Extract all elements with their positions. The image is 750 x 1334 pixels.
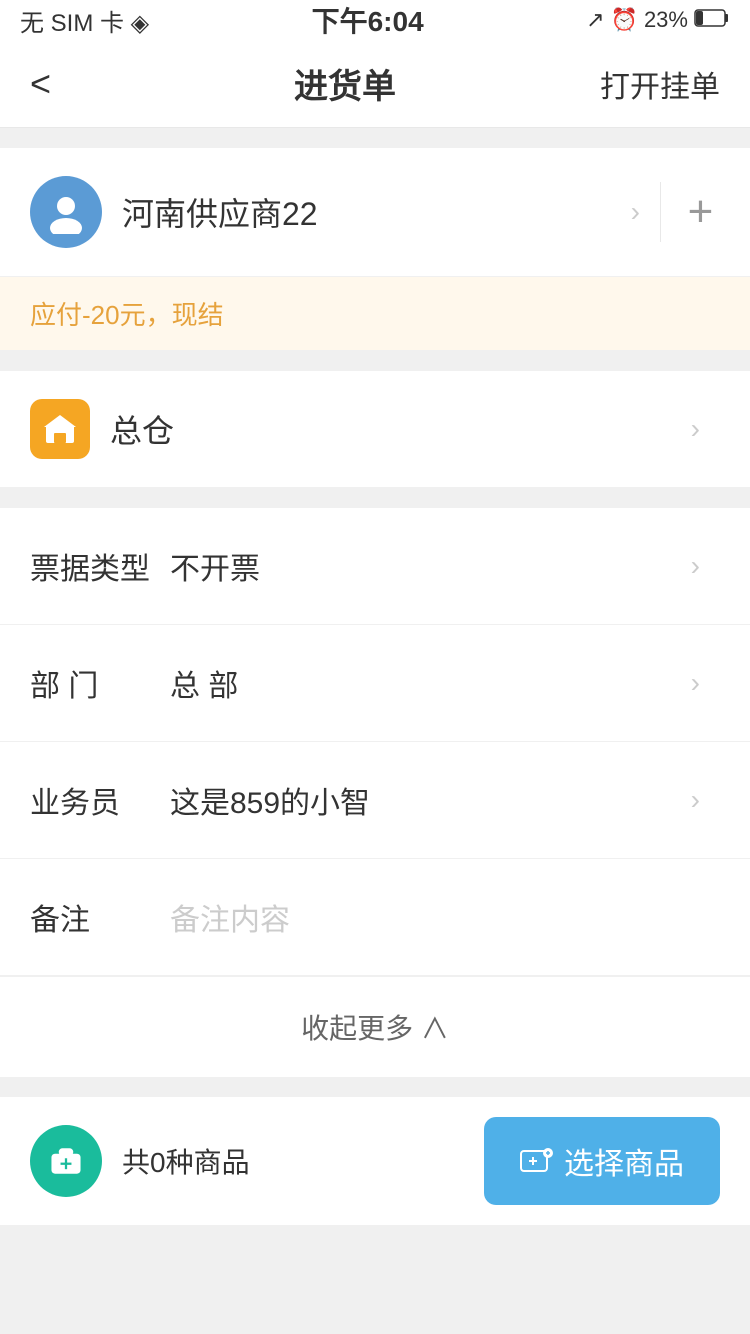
- remark-label: 备注: [30, 895, 170, 939]
- collapse-button[interactable]: 收起更多 ∧: [0, 976, 750, 1077]
- location-icon: ↗: [586, 7, 604, 33]
- salesperson-chevron-icon: ›: [691, 784, 700, 816]
- status-right: ↗ ⏰ 23%: [586, 7, 730, 33]
- product-count-label: 共0种商品: [122, 1141, 484, 1181]
- supplier-chevron-icon: ›: [631, 196, 640, 228]
- alarm-icon: ⏰: [611, 7, 638, 33]
- invoice-type-value: 不开票: [170, 544, 691, 588]
- sim-label: 无 SIM 卡 ◈: [20, 3, 149, 38]
- department-label: 部 门: [30, 661, 170, 705]
- warehouse-row[interactable]: 总仓 ›: [0, 371, 750, 488]
- battery-icon: [694, 7, 730, 33]
- remark-input[interactable]: 备注内容: [170, 895, 720, 939]
- open-pending-button[interactable]: 打开挂单: [600, 62, 720, 106]
- department-row[interactable]: 部 门 总 部 ›: [0, 625, 750, 742]
- invoice-type-label: 票据类型: [30, 544, 170, 588]
- warehouse-section: 总仓 ›: [0, 371, 750, 488]
- top-divider: [0, 128, 750, 148]
- bottom-bar: 共0种商品 选择商品: [0, 1097, 750, 1225]
- salesperson-value: 这是859的小智: [170, 778, 691, 822]
- status-time: 下午6:04: [312, 0, 424, 40]
- add-supplier-button[interactable]: +: [660, 182, 720, 242]
- supplier-name: 河南供应商22: [122, 189, 631, 235]
- warehouse-name: 总仓: [110, 406, 691, 452]
- status-bar: 无 SIM 卡 ◈ 下午6:04 ↗ ⏰ 23%: [0, 0, 750, 40]
- invoice-type-chevron-icon: ›: [691, 550, 700, 582]
- department-chevron-icon: ›: [691, 667, 700, 699]
- supplier-avatar: [30, 176, 102, 248]
- supplier-row[interactable]: 河南供应商22 › +: [0, 148, 750, 277]
- page-body: 河南供应商22 › + 应付-20元，现结 总仓 › 票据类型 不开票 ›: [0, 128, 750, 1334]
- supplier-notice: 应付-20元，现结: [0, 277, 750, 351]
- status-left: 无 SIM 卡 ◈: [20, 3, 149, 38]
- page-title: 进货单: [294, 59, 396, 108]
- nav-bar: < 进货单 打开挂单: [0, 40, 750, 128]
- remark-row[interactable]: 备注 备注内容: [0, 859, 750, 976]
- form-section: 票据类型 不开票 › 部 门 总 部 › 业务员 这是859的小智 › 备注 备…: [0, 508, 750, 1077]
- supplier-section: 河南供应商22 › + 应付-20元，现结: [0, 148, 750, 351]
- battery-label: 23%: [644, 7, 688, 33]
- warehouse-chevron-icon: ›: [691, 413, 700, 445]
- back-button[interactable]: <: [30, 63, 90, 105]
- department-value: 总 部: [170, 661, 691, 705]
- invoice-type-row[interactable]: 票据类型 不开票 ›: [0, 508, 750, 625]
- salesperson-label: 业务员: [30, 778, 170, 822]
- select-product-label: 选择商品: [564, 1139, 684, 1183]
- warehouse-icon: [30, 399, 90, 459]
- salesperson-row[interactable]: 业务员 这是859的小智 ›: [0, 742, 750, 859]
- select-product-button[interactable]: 选择商品: [484, 1117, 720, 1205]
- product-icon: [30, 1125, 102, 1197]
